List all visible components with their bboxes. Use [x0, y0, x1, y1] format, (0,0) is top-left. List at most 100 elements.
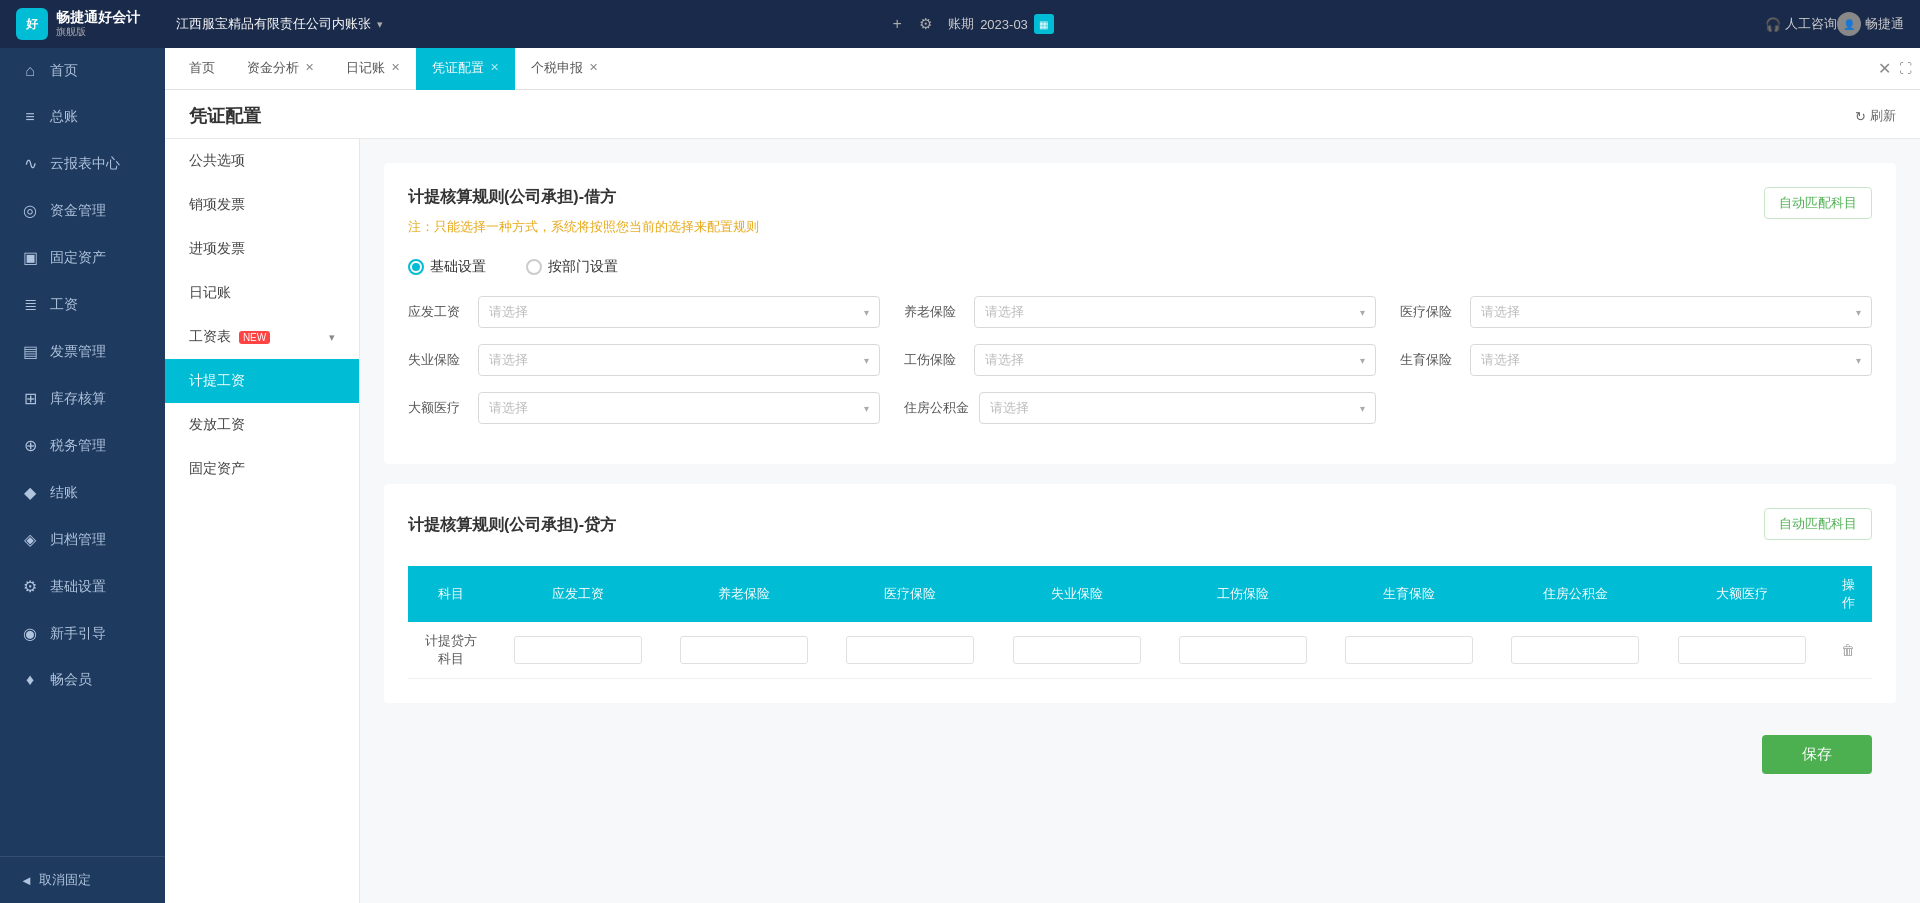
content-area: 首页 资金分析 ✕ 日记账 ✕ 凭证配置 ✕ 个税申报 ✕ ✕ ⛶ — [165, 48, 1920, 903]
col-maternity: 生育保险 — [1326, 566, 1492, 622]
cell-large-medical — [1658, 622, 1824, 679]
logo-text-block: 畅捷通好会计 旗舰版 — [56, 9, 140, 40]
period-value: 2023-03 — [980, 17, 1028, 32]
support-button[interactable]: 🎧 人工咨询 — [1765, 15, 1837, 33]
salary-icon: ≣ — [20, 295, 40, 314]
tab-bar: 首页 资金分析 ✕ 日记账 ✕ 凭证配置 ✕ 个税申报 ✕ ✕ ⛶ — [165, 48, 1920, 90]
tab-funds-close-icon[interactable]: ✕ — [305, 61, 314, 74]
left-nav: 公共选项 销项发票 进项发票 日记账 工资表 NEW — [165, 139, 360, 903]
housing-chevron-icon: ▾ — [1360, 403, 1365, 414]
form-item-maternity: 生育保险 请选择 ▾ — [1400, 344, 1872, 376]
sidebar-item-invoices[interactable]: ▤ 发票管理 — [0, 328, 165, 375]
sidebar-item-settings[interactable]: ⚙ 基础设置 — [0, 563, 165, 610]
archive-icon: ◈ — [20, 530, 40, 549]
sidebar-item-salary[interactable]: ≣ 工资 — [0, 281, 165, 328]
tab-bar-actions: ✕ ⛶ — [1878, 59, 1912, 78]
ledger-icon: ≡ — [20, 108, 40, 126]
tab-funds-analysis[interactable]: 资金分析 ✕ — [231, 48, 330, 90]
cell-salary-input[interactable] — [514, 636, 642, 664]
injury-select[interactable]: 请选择 ▾ — [974, 344, 1376, 376]
large-medical-select[interactable]: 请选择 ▾ — [478, 392, 880, 424]
injury-chevron-icon: ▾ — [1360, 355, 1365, 366]
tab-tax-close-icon[interactable]: ✕ — [589, 61, 598, 74]
pension-select[interactable]: 请选择 ▾ — [974, 296, 1376, 328]
sidebar-item-funds[interactable]: ◎ 资金管理 — [0, 187, 165, 234]
tab-tax[interactable]: 个税申报 ✕ — [515, 48, 614, 90]
cell-medical — [827, 622, 993, 679]
credit-table: 科目 应发工资 养老保险 医疗保险 失业保险 工伤保险 生育保险 住房公积金 大… — [408, 566, 1872, 679]
company-name[interactable]: 江西服宝精品有限责任公司内账张 ▾ — [176, 15, 887, 33]
cell-maternity-input[interactable] — [1345, 636, 1473, 664]
unemployment-label: 失业保险 — [408, 351, 468, 369]
sidebar-item-home[interactable]: ⌂ 首页 — [0, 48, 165, 94]
tab-voucher-config[interactable]: 凭证配置 ✕ — [416, 48, 515, 90]
settings-icon[interactable]: ⚙ — [919, 15, 932, 33]
chevron-down-icon: ▾ — [329, 331, 335, 344]
row-label: 计提贷方科目 — [408, 622, 495, 679]
tab-expand-icon[interactable]: ⛶ — [1899, 61, 1912, 76]
left-nav-salary-table[interactable]: 工资表 NEW ▾ — [165, 315, 359, 359]
cell-injury-input[interactable] — [1179, 636, 1307, 664]
radio-dept[interactable]: 按部门设置 — [526, 258, 618, 276]
medical-select[interactable]: 请选择 ▾ — [1470, 296, 1872, 328]
tab-journal[interactable]: 日记账 ✕ — [330, 48, 416, 90]
radio-basic[interactable]: 基础设置 — [408, 258, 486, 276]
large-medical-label: 大额医疗 — [408, 399, 468, 417]
sidebar: ⌂ 首页 ≡ 总账 ∿ 云报表中心 ◎ 资金管理 ▣ 固定资产 ≣ 工资 ▤ 发… — [0, 48, 165, 903]
home-icon: ⌂ — [20, 62, 40, 80]
form-item-injury: 工伤保险 请选择 ▾ — [904, 344, 1376, 376]
maternity-label: 生育保险 — [1400, 351, 1460, 369]
left-nav-journal[interactable]: 日记账 — [165, 271, 359, 315]
tax-icon: ⊕ — [20, 436, 40, 455]
cell-delete: 🗑 — [1825, 622, 1872, 679]
unemployment-select[interactable]: 请选择 ▾ — [478, 344, 880, 376]
debit-section: 计提核算规则(公司承担)-借方 注：只能选择一种方式，系统将按照您当前的选择来配… — [384, 163, 1896, 464]
left-nav-payment[interactable]: 发放工资 — [165, 403, 359, 447]
left-nav-fixed-assets[interactable]: 固定资产 — [165, 447, 359, 491]
cancel-fix-button[interactable]: ◄ 取消固定 — [0, 856, 165, 903]
refresh-button[interactable]: ↻ 刷新 — [1855, 107, 1896, 125]
two-panel: 公共选项 销项发票 进项发票 日记账 工资表 NEW — [165, 139, 1920, 903]
cell-housing-input[interactable] — [1511, 636, 1639, 664]
debit-auto-match-button[interactable]: 自动匹配科目 — [1764, 187, 1872, 219]
sidebar-item-guide[interactable]: ◉ 新手引导 — [0, 610, 165, 657]
tab-home[interactable]: 首页 — [173, 48, 231, 90]
sidebar-item-tax[interactable]: ⊕ 税务管理 — [0, 422, 165, 469]
sidebar-item-reports[interactable]: ∿ 云报表中心 — [0, 140, 165, 187]
calendar-icon[interactable]: ▦ — [1034, 14, 1054, 34]
sidebar-item-ledger[interactable]: ≡ 总账 — [0, 94, 165, 140]
period-selector[interactable]: 账期 2023-03 ▦ — [948, 14, 1054, 34]
salary-select[interactable]: 请选择 ▾ — [478, 296, 880, 328]
maternity-select[interactable]: 请选择 ▾ — [1470, 344, 1872, 376]
left-nav-purchase[interactable]: 进项发票 — [165, 227, 359, 271]
invoices-icon: ▤ — [20, 342, 40, 361]
assets-icon: ▣ — [20, 248, 40, 267]
sidebar-item-archive[interactable]: ◈ 归档管理 — [0, 516, 165, 563]
tab-journal-close-icon[interactable]: ✕ — [391, 61, 400, 74]
left-nav-accrual[interactable]: 计提工资 — [165, 359, 359, 403]
col-medical: 医疗保险 — [827, 566, 993, 622]
sidebar-item-close[interactable]: ◆ 结账 — [0, 469, 165, 516]
tab-voucher-close-icon[interactable]: ✕ — [490, 61, 499, 74]
save-bar: 保存 — [384, 723, 1896, 786]
app-edition: 旗舰版 — [56, 25, 140, 39]
member-icon: ♦ — [20, 671, 40, 689]
user-button[interactable]: 👤 畅捷通 — [1837, 12, 1904, 36]
cell-injury — [1160, 622, 1326, 679]
housing-select[interactable]: 请选择 ▾ — [979, 392, 1376, 424]
credit-auto-match-button[interactable]: 自动匹配科目 — [1764, 508, 1872, 540]
left-nav-public[interactable]: 公共选项 — [165, 139, 359, 183]
cell-unemployment-input[interactable] — [1013, 636, 1141, 664]
add-account-button[interactable]: + — [887, 14, 907, 34]
sidebar-item-assets[interactable]: ▣ 固定资产 — [0, 234, 165, 281]
sidebar-item-member[interactable]: ♦ 畅会员 — [0, 657, 165, 703]
delete-row-icon[interactable]: 🗑 — [1841, 642, 1855, 658]
col-pension: 养老保险 — [661, 566, 827, 622]
tab-close-all-icon[interactable]: ✕ — [1878, 59, 1891, 78]
cell-pension-input[interactable] — [680, 636, 808, 664]
cell-large-medical-input[interactable] — [1678, 636, 1806, 664]
save-button[interactable]: 保存 — [1762, 735, 1872, 774]
sidebar-item-inventory[interactable]: ⊞ 库存核算 — [0, 375, 165, 422]
cell-medical-input[interactable] — [846, 636, 974, 664]
left-nav-sales[interactable]: 销项发票 — [165, 183, 359, 227]
